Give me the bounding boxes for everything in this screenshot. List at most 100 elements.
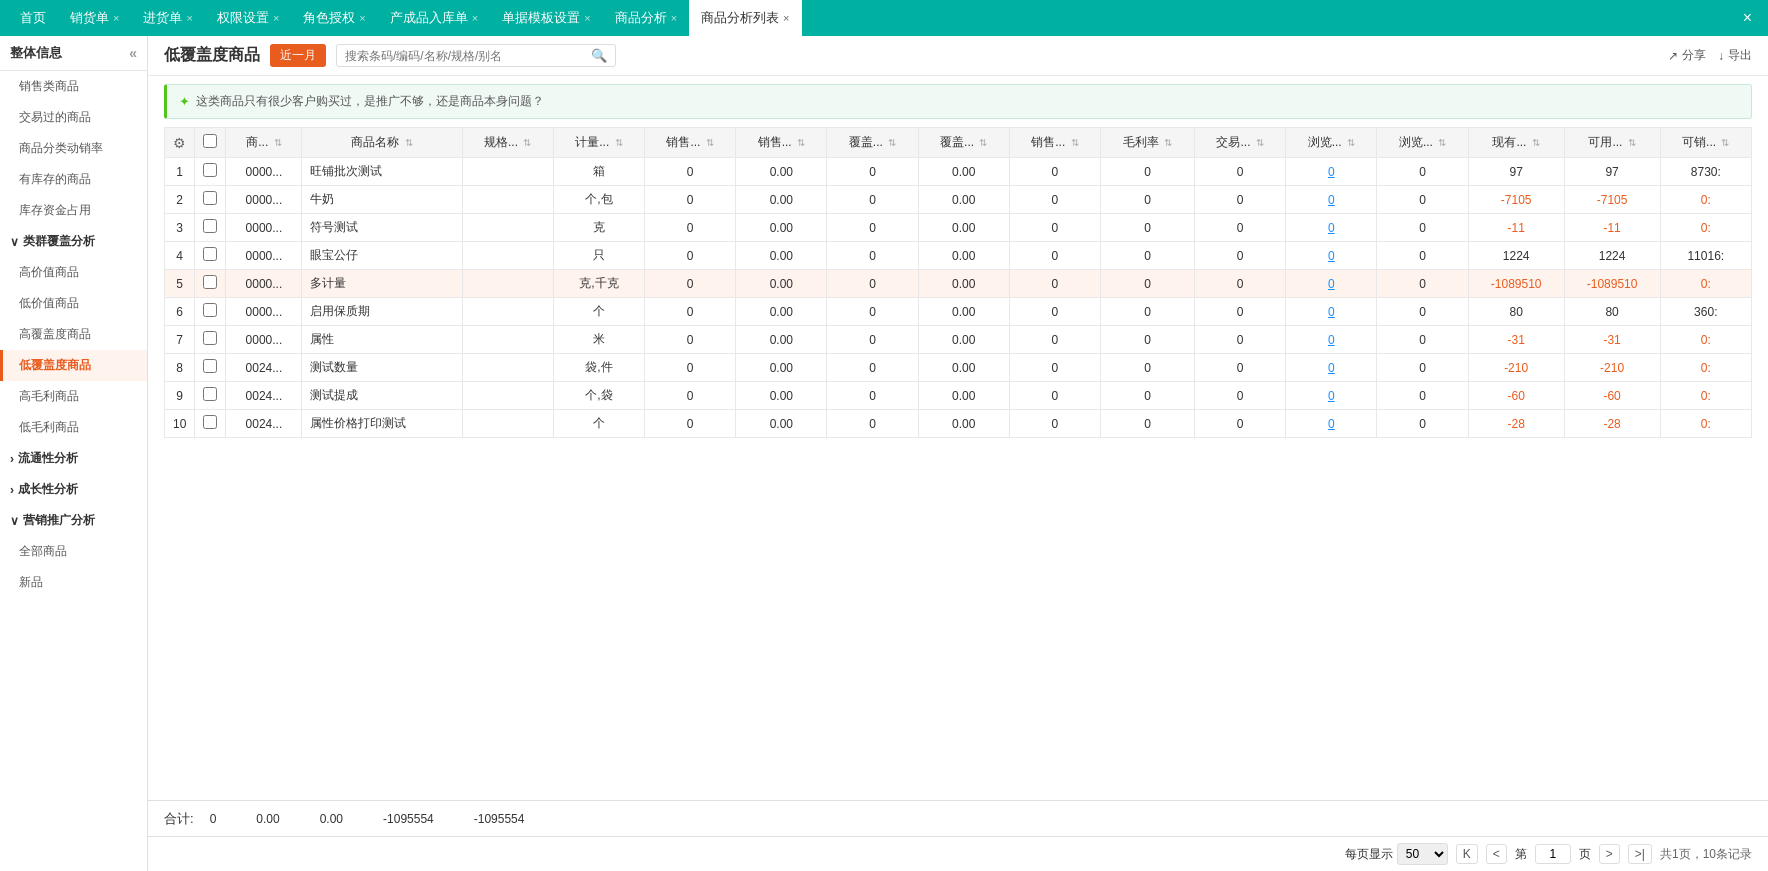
col-browse2-header[interactable]: 浏览... ⇅	[1377, 128, 1468, 158]
close-icon[interactable]: ×	[472, 12, 478, 24]
close-icon[interactable]: ×	[783, 12, 789, 24]
row-select-checkbox[interactable]	[203, 275, 217, 289]
sidebar: 整体信息 « 销售类商品 交易过的商品 商品分类动销率 有库存的商品 库存资金占…	[0, 36, 148, 871]
sidebar-section-flow[interactable]: › 流通性分析	[0, 443, 147, 474]
row-select-checkbox[interactable]	[203, 331, 217, 345]
nav-sales-order[interactable]: 销货单 ×	[58, 0, 131, 36]
row-select-checkbox[interactable]	[203, 359, 217, 373]
sidebar-item-capital[interactable]: 库存资金占用	[0, 195, 147, 226]
row-spec	[462, 158, 553, 186]
col-unit-header[interactable]: 计量... ⇅	[553, 128, 644, 158]
col-sales-amt-header[interactable]: 销售... ⇅	[736, 128, 827, 158]
nav-goods-analysis[interactable]: 商品分析 ×	[603, 0, 689, 36]
sidebar-item-all-goods[interactable]: 全部商品	[0, 536, 147, 567]
row-spec	[462, 382, 553, 410]
sidebar-section-coverage[interactable]: ∨ 类群覆盖分析	[0, 226, 147, 257]
row-available: 1224	[1564, 242, 1660, 270]
close-icon[interactable]: ×	[584, 12, 590, 24]
sidebar-item-new-goods[interactable]: 新品	[0, 567, 147, 598]
col-gross-header[interactable]: 毛利率 ⇅	[1101, 128, 1195, 158]
sidebar-item-low-profit[interactable]: 低毛利商品	[0, 412, 147, 443]
row-sellable: 0:	[1660, 326, 1751, 354]
nav-product-warehouse[interactable]: 产成品入库单 ×	[378, 0, 490, 36]
nav-goods-analysis-list[interactable]: 商品分析列表 ×	[689, 0, 801, 36]
col-code-header[interactable]: 商... ⇅	[226, 128, 302, 158]
col-cov1-header[interactable]: 覆盖... ⇅	[827, 128, 918, 158]
sidebar-item-low-coverage[interactable]: 低覆盖度商品	[0, 350, 147, 381]
close-icon[interactable]: ×	[671, 12, 677, 24]
settings-icon[interactable]: ⚙	[173, 135, 186, 151]
sidebar-item-high-profit[interactable]: 高毛利商品	[0, 381, 147, 412]
row-name: 属性价格打印测试	[302, 410, 462, 438]
row-select-checkbox[interactable]	[203, 247, 217, 261]
row-cov1: 0	[827, 354, 918, 382]
col-current-header[interactable]: 现有... ⇅	[1468, 128, 1564, 158]
next-page-button[interactable]: >	[1599, 844, 1620, 864]
sidebar-section-growth[interactable]: › 成长性分析	[0, 474, 147, 505]
nav-home[interactable]: 首页	[8, 0, 58, 36]
row-name: 多计量	[302, 270, 462, 298]
row-select-checkbox[interactable]	[203, 191, 217, 205]
close-icon[interactable]: ×	[186, 12, 192, 24]
row-select-checkbox[interactable]	[203, 303, 217, 317]
window-close-button[interactable]: ×	[1735, 9, 1760, 27]
row-browse2: 0	[1377, 326, 1468, 354]
col-sellable-header[interactable]: 可销... ⇅	[1660, 128, 1751, 158]
first-page-button[interactable]: K	[1456, 844, 1478, 864]
row-select-checkbox[interactable]	[203, 415, 217, 429]
row-code: 0000...	[226, 326, 302, 354]
row-cov2: 0.00	[918, 298, 1009, 326]
prev-page-button[interactable]: <	[1486, 844, 1507, 864]
row-select-checkbox[interactable]	[203, 163, 217, 177]
close-icon[interactable]: ×	[113, 12, 119, 24]
row-gross: 0	[1101, 186, 1195, 214]
search-box: 🔍	[336, 44, 616, 67]
close-icon[interactable]: ×	[273, 12, 279, 24]
col-sales-qty-header[interactable]: 销售... ⇅	[645, 128, 736, 158]
time-filter-button[interactable]: 近一月	[270, 44, 326, 67]
col-cov2-header[interactable]: 覆盖... ⇅	[918, 128, 1009, 158]
col-sales-x-header[interactable]: 销售... ⇅	[1009, 128, 1100, 158]
per-page-select[interactable]: 50 20 100 200	[1397, 843, 1448, 865]
col-spec-header[interactable]: 规格... ⇅	[462, 128, 553, 158]
row-sales-amt: 0.00	[736, 382, 827, 410]
row-cov1: 0	[827, 382, 918, 410]
col-browse1-header[interactable]: 浏览... ⇅	[1286, 128, 1377, 158]
sidebar-item-sales-rate[interactable]: 商品分类动销率	[0, 133, 147, 164]
close-icon[interactable]: ×	[359, 12, 365, 24]
sidebar-item-high-coverage[interactable]: 高覆盖度商品	[0, 319, 147, 350]
sidebar-item-high-value[interactable]: 高价值商品	[0, 257, 147, 288]
sidebar-item-low-value[interactable]: 低价值商品	[0, 288, 147, 319]
sidebar-item-traded-goods[interactable]: 交易过的商品	[0, 102, 147, 133]
page-number-input[interactable]	[1535, 844, 1571, 864]
table-row: 70000...属性米00.0000.0000000-31-310:	[165, 326, 1752, 354]
sort-icon: ⇅	[274, 137, 282, 148]
last-page-button[interactable]: >|	[1628, 844, 1652, 864]
export-button[interactable]: ↓ 导出	[1718, 47, 1752, 64]
row-spec	[462, 242, 553, 270]
row-checkbox	[195, 186, 226, 214]
select-all-checkbox[interactable]	[203, 134, 217, 148]
nav-roles[interactable]: 角色授权 ×	[291, 0, 377, 36]
col-checkbox	[195, 128, 226, 158]
search-input[interactable]	[345, 49, 591, 63]
nav-purchase[interactable]: 进货单 ×	[131, 0, 204, 36]
row-trade: 0	[1195, 382, 1286, 410]
collapse-button[interactable]: «	[129, 45, 137, 61]
row-current: -31	[1468, 326, 1564, 354]
col-trade-header[interactable]: 交易... ⇅	[1195, 128, 1286, 158]
row-browse2: 0	[1377, 186, 1468, 214]
table-container[interactable]: ⚙ 商... ⇅ 商品名称 ⇅	[148, 127, 1768, 800]
sidebar-item-stock-goods[interactable]: 有库存的商品	[0, 164, 147, 195]
col-name-header[interactable]: 商品名称 ⇅	[302, 128, 462, 158]
col-available-header[interactable]: 可用... ⇅	[1564, 128, 1660, 158]
row-select-checkbox[interactable]	[203, 219, 217, 233]
col-settings[interactable]: ⚙	[165, 128, 195, 158]
share-button[interactable]: ↗ 分享	[1668, 47, 1706, 64]
sidebar-item-sales-goods[interactable]: 销售类商品	[0, 71, 147, 102]
row-select-checkbox[interactable]	[203, 387, 217, 401]
nav-template[interactable]: 单据模板设置 ×	[490, 0, 602, 36]
search-icon[interactable]: 🔍	[591, 48, 607, 63]
nav-permissions[interactable]: 权限设置 ×	[205, 0, 291, 36]
sidebar-section-marketing[interactable]: ∨ 营销推广分析	[0, 505, 147, 536]
